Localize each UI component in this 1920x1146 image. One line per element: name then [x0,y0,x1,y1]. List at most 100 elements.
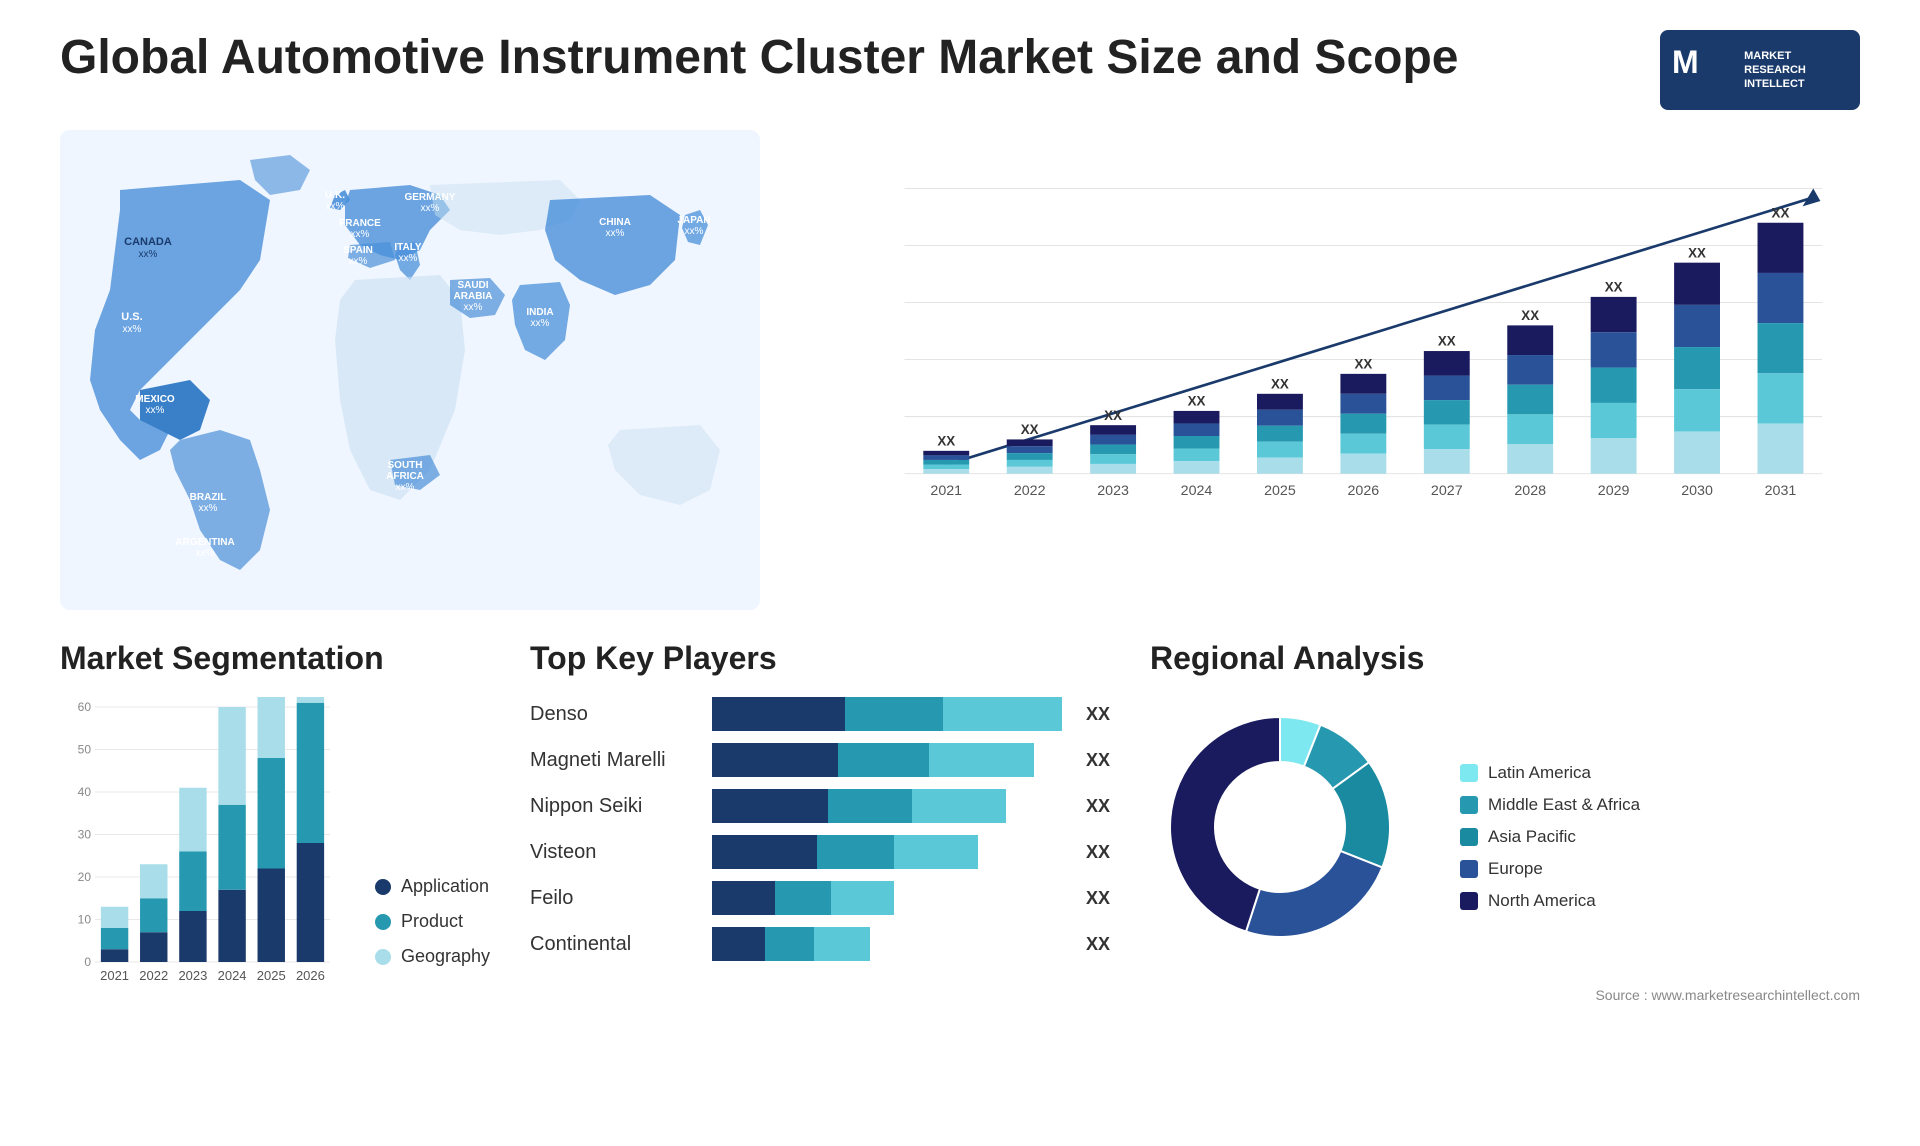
svg-text:2024: 2024 [1181,483,1213,499]
seg-bars: 0102030405060202120222023202420252026 [60,697,345,997]
svg-text:xx%: xx% [531,318,550,329]
regional-legend-label: Asia Pacific [1488,827,1576,847]
svg-text:xx%: xx% [123,324,142,335]
legend-label: Geography [401,946,490,967]
svg-text:XX: XX [1605,280,1623,295]
player-row: DensoXX [530,697,1110,731]
players-list: DensoXXMagneti MarelliXXNippon SeikiXXVi… [530,697,1110,961]
svg-text:xx%: xx% [399,253,418,264]
svg-text:10: 10 [78,913,92,927]
player-bar-segment [775,881,831,915]
svg-text:2024: 2024 [218,968,247,983]
player-name: Nippon Seiki [530,795,700,818]
player-bar-segment [817,835,894,869]
page-title: Global Automotive Instrument Cluster Mar… [60,30,1660,85]
player-name: Visteon [530,841,700,864]
logo-letter: M [1672,40,1699,85]
player-bar-segment [712,697,845,731]
player-row: FeiloXX [530,881,1110,915]
svg-text:U.K.: U.K. [325,190,345,201]
svg-text:2029: 2029 [1598,483,1630,499]
seg-legend-item: Product [375,911,490,932]
player-name: Feilo [530,887,700,910]
player-bar-segment [929,743,1034,777]
svg-text:2028: 2028 [1514,483,1546,499]
svg-text:xx%: xx% [351,229,370,240]
regional-legend-color [1460,828,1478,846]
player-bar-segment [943,697,1062,731]
player-bar [712,743,1066,777]
player-bar-segment [765,927,814,961]
svg-text:2027: 2027 [1431,483,1463,499]
player-bar-segment [894,835,978,869]
player-bar-inner [712,743,1066,777]
player-bar-segment [712,789,828,823]
svg-text:xx%: xx% [606,228,625,239]
regional-legend-color [1460,764,1478,782]
svg-text:xx%: xx% [146,405,165,416]
svg-text:BRAZIL: BRAZIL [190,492,227,503]
donut-segment [1246,851,1382,937]
player-name: Continental [530,933,700,956]
svg-text:0: 0 [84,955,91,969]
svg-text:FRANCE: FRANCE [339,218,381,229]
svg-text:ARABIA: ARABIA [454,291,493,302]
donut-chart [1150,697,1430,977]
legend-color [375,879,391,895]
regional-legend-item: Asia Pacific [1460,827,1640,847]
donut-area: Latin AmericaMiddle East & AfricaAsia Pa… [1150,697,1860,977]
svg-text:XX: XX [1438,334,1456,349]
svg-text:INDIA: INDIA [526,307,553,318]
svg-text:XX: XX [1021,422,1039,437]
svg-text:2022: 2022 [1014,483,1046,499]
regional-title: Regional Analysis [1150,640,1860,677]
player-bar-segment [838,743,929,777]
player-bar-segment [828,789,912,823]
map-svg: CANADA xx% U.S. xx% MEXICO xx% BRAZIL xx… [60,130,760,610]
svg-text:2023: 2023 [1097,483,1129,499]
player-value: XX [1086,796,1110,817]
svg-text:xx%: xx% [685,226,704,237]
player-row: Nippon Seiki XX [530,789,1110,823]
svg-text:CHINA: CHINA [599,217,631,228]
key-players-section: Top Key Players DensoXXMagneti MarelliXX… [530,640,1110,1060]
seg-legend: ApplicationProductGeography [375,876,490,997]
logo-text: MARKET RESEARCH INTELLECT [1744,49,1806,92]
player-bar-segment [831,881,894,915]
page: Global Automotive Instrument Cluster Mar… [0,0,1920,1146]
segmentation-section: Market Segmentation 01020304050602021202… [60,640,490,1060]
svg-text:XX: XX [937,433,955,448]
player-row: Visteon XX [530,835,1110,869]
svg-text:GERMANY: GERMANY [404,192,455,203]
svg-text:XX: XX [1354,357,1372,372]
svg-text:2026: 2026 [296,968,325,983]
source-text: Source : www.marketresearchintellect.com [1150,987,1860,1003]
player-name: Denso [530,703,700,726]
svg-text:XX: XX [1772,205,1790,220]
svg-text:xx%: xx% [421,203,440,214]
svg-text:2031: 2031 [1765,483,1797,499]
svg-text:SAUDI: SAUDI [457,280,488,291]
growth-chart: XX2021XX2022XX2023XX2024XX2025XX2026XX20… [800,130,1860,610]
regional-legend-label: Middle East & Africa [1488,795,1640,815]
player-name: Magneti Marelli [530,749,700,772]
player-bar-inner [712,789,1066,823]
regional-legend-item: Middle East & Africa [1460,795,1640,815]
bar-chart-area: XX2021XX2022XX2023XX2024XX2025XX2026XX20… [860,150,1840,530]
svg-text:xx%: xx% [349,256,368,267]
svg-text:2021: 2021 [930,483,962,499]
player-bar-inner [712,881,1066,915]
legend-label: Product [401,911,463,932]
player-value: XX [1086,842,1110,863]
player-value: XX [1086,750,1110,771]
player-bar-inner [712,697,1066,731]
svg-text:ITALY: ITALY [394,242,422,253]
svg-text:SOUTH: SOUTH [388,460,423,471]
player-bar-segment [712,835,817,869]
key-players-title: Top Key Players [530,640,1110,677]
svg-text:2025: 2025 [1264,483,1296,499]
player-bar [712,789,1066,823]
svg-text:XX: XX [1188,394,1206,409]
player-bar [712,927,1066,961]
top-section: CANADA xx% U.S. xx% MEXICO xx% BRAZIL xx… [60,130,1860,610]
